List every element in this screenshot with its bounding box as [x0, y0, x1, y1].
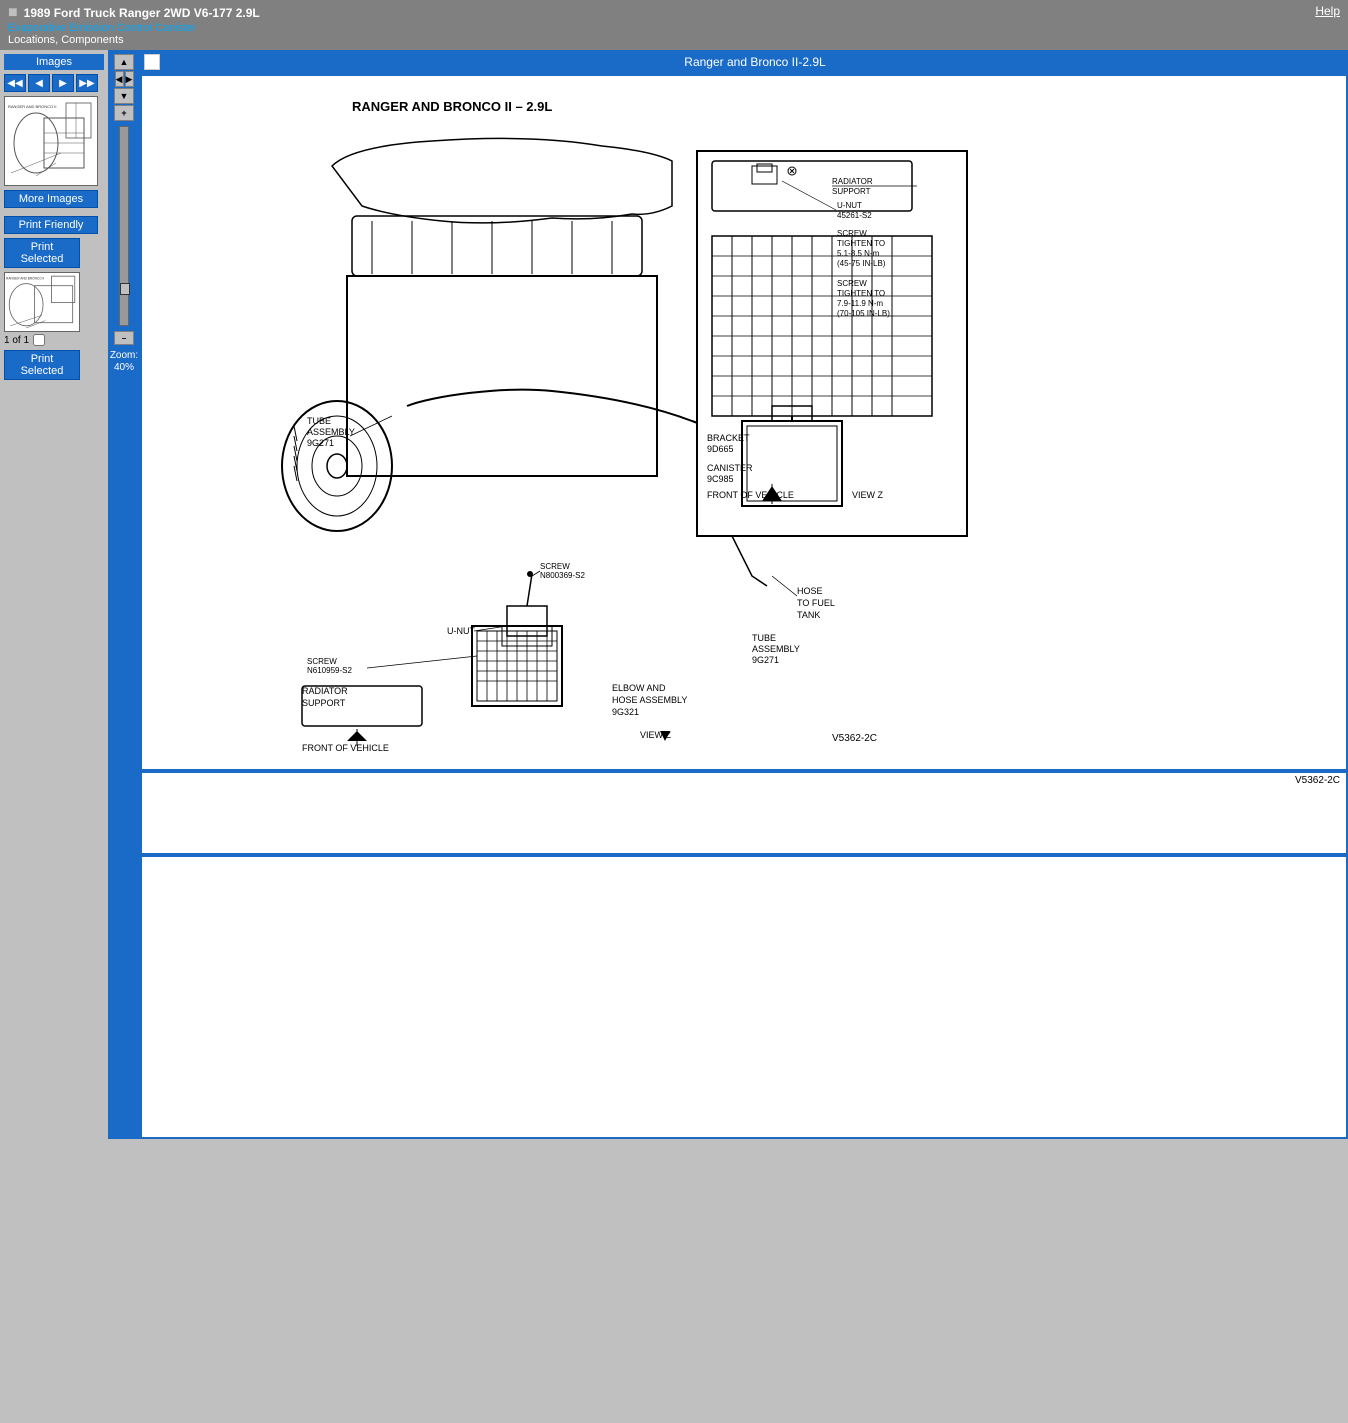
diagram-page-1: RANGER AND BRONCO II – 2.9L — [142, 76, 1346, 769]
nav-next-button[interactable]: ▶ — [52, 74, 74, 92]
svg-text:SCREW: SCREW — [540, 562, 570, 571]
nav-row: ◀◀ ◀ ▶ ▶▶ — [4, 74, 104, 92]
svg-text:TANK: TANK — [797, 610, 820, 620]
svg-text:SUPPORT: SUPPORT — [302, 698, 346, 708]
header: ■ 1989 Ford Truck Ranger 2WD V6-177 2.9L… — [0, 0, 1348, 50]
svg-text:5.1-8.5 N-m: 5.1-8.5 N-m — [837, 249, 880, 258]
scroll-left-button[interactable]: ◀ — [115, 71, 124, 87]
svg-text:ASSEMBLY: ASSEMBLY — [307, 427, 355, 437]
svg-text:9D665: 9D665 — [707, 444, 734, 454]
header-left: ■ 1989 Ford Truck Ranger 2WD V6-177 2.9L… — [8, 4, 260, 46]
content-area: 🖨 Ranger and Bronco II-2.9L RANGER AND B… — [140, 50, 1348, 1139]
svg-text:BRACKET: BRACKET — [707, 433, 750, 443]
svg-text:FRONT OF VEHICLE: FRONT OF VEHICLE — [302, 743, 389, 753]
svg-text:TO FUEL: TO FUEL — [797, 598, 835, 608]
nav-prev-button[interactable]: ◀ — [28, 74, 50, 92]
content-header: 🖨 Ranger and Bronco II-2.9L — [140, 50, 1348, 74]
svg-text:FRONT OF VEHICLE: FRONT OF VEHICLE — [707, 490, 794, 500]
page-counter: 1 of 1 — [4, 335, 29, 346]
svg-text:9C985: 9C985 — [707, 474, 734, 484]
svg-text:RADIATOR: RADIATOR — [832, 177, 873, 186]
scroll-right-button[interactable]: ▶ — [125, 71, 134, 87]
svg-text:SCREW: SCREW — [837, 279, 867, 288]
page-select-checkbox[interactable] — [33, 334, 45, 346]
thumbnail-image: RANGER AND BRONCO II — [6, 98, 96, 184]
svg-text:ASSEMBLY: ASSEMBLY — [752, 644, 800, 654]
content-header-title: Ranger and Bronco II-2.9L — [166, 55, 1344, 69]
svg-text:RADIATOR: RADIATOR — [302, 686, 348, 696]
svg-text:SUPPORT: SUPPORT — [832, 187, 871, 196]
svg-text:U-NUT: U-NUT — [837, 201, 862, 210]
zoom-track[interactable] — [119, 126, 129, 326]
page-thumbnail-box[interactable]: RANGER AND BRONCO II — [4, 272, 80, 332]
svg-text:VIEW Z: VIEW Z — [852, 490, 884, 500]
header-system: Evaporative Emission Control Canister — [8, 22, 260, 34]
svg-text:HOSE ASSEMBLY: HOSE ASSEMBLY — [612, 695, 687, 705]
svg-text:45261-S2: 45261-S2 — [837, 211, 872, 220]
images-label: Images — [4, 54, 104, 70]
header-title: ■ 1989 Ford Truck Ranger 2WD V6-177 2.9L — [8, 4, 260, 22]
svg-text:(45-75 IN-LB): (45-75 IN-LB) — [837, 259, 886, 268]
svg-text:SCREW: SCREW — [307, 657, 337, 666]
zoom-label: Zoom: — [110, 350, 138, 361]
more-images-button[interactable]: More Images — [4, 190, 98, 208]
page-counter-row: 1 of 1 — [4, 334, 104, 346]
svg-text:TUBE: TUBE — [752, 633, 776, 643]
diagram-svg: RANGER AND BRONCO II – 2.9L — [152, 86, 972, 756]
svg-text:7.9-11.9 N-m: 7.9-11.9 N-m — [837, 299, 883, 308]
svg-text:CANISTER: CANISTER — [707, 463, 753, 473]
help-link[interactable]: Help — [1315, 4, 1340, 18]
print-friendly-button[interactable]: Print Friendly — [4, 216, 98, 234]
zoom-value: 40% — [114, 362, 134, 373]
svg-text:9G271: 9G271 — [307, 438, 334, 448]
page-thumbnail: RANGER AND BRONCO II — [5, 273, 79, 331]
scroll-down-button[interactable]: ▼ — [114, 88, 134, 104]
svg-text:9G271: 9G271 — [752, 655, 779, 665]
zoom-in-button[interactable]: + — [114, 105, 134, 121]
svg-text:(70-105 IN-LB): (70-105 IN-LB) — [837, 309, 890, 318]
svg-text:9G321: 9G321 — [612, 707, 639, 717]
scroll-controls: ▲ ◀ ▶ ▼ + − Zoom: 40% — [108, 50, 140, 1139]
svg-text:SCREW: SCREW — [837, 229, 867, 238]
svg-text:N800369-S2: N800369-S2 — [540, 571, 585, 580]
diagram-page-2: V5362-2C — [142, 773, 1346, 853]
page-ref-2: V5362-2C — [142, 773, 1346, 788]
nav-prev-prev-button[interactable]: ◀◀ — [4, 74, 26, 92]
print-selected-button-1[interactable]: Print Selected — [4, 238, 80, 268]
svg-text:TIGHTEN TO: TIGHTEN TO — [837, 289, 885, 298]
zoom-thumb[interactable] — [120, 283, 130, 295]
print-selected-button-2[interactable]: Print Selected — [4, 350, 80, 380]
print-icon[interactable]: 🖨 — [144, 54, 160, 70]
svg-text:U-NUT: U-NUT — [447, 626, 475, 636]
svg-text:HOSE: HOSE — [797, 586, 823, 596]
nav-next-next-button[interactable]: ▶▶ — [76, 74, 98, 92]
svg-text:RANGER AND BRONCO II: RANGER AND BRONCO II — [8, 104, 56, 109]
diagram-title: RANGER AND BRONCO II – 2.9L — [352, 99, 552, 114]
svg-text:ELBOW AND: ELBOW AND — [612, 683, 666, 693]
main-layout: Images ◀◀ ◀ ▶ ▶▶ RANGER AND BRONCO II — [0, 50, 1348, 1139]
thumbnail-box[interactable]: RANGER AND BRONCO II — [4, 96, 98, 186]
svg-text:N610959-S2: N610959-S2 — [307, 666, 352, 675]
svg-text:TIGHTEN TO: TIGHTEN TO — [837, 239, 885, 248]
zoom-out-button[interactable]: − — [114, 331, 134, 345]
sidebar: Images ◀◀ ◀ ▶ ▶▶ RANGER AND BRONCO II — [0, 50, 108, 1139]
diagram-page-inner: RANGER AND BRONCO II – 2.9L — [142, 76, 1346, 769]
diagram-page-3 — [142, 857, 1346, 1137]
scroll-up-button[interactable]: ▲ — [114, 54, 134, 70]
svg-text:TUBE: TUBE — [307, 416, 331, 426]
header-subsystem: Locations, Components — [8, 34, 260, 46]
svg-text:V5362-2C: V5362-2C — [832, 733, 877, 744]
svg-text:RANGER AND BRONCO II: RANGER AND BRONCO II — [6, 276, 44, 280]
